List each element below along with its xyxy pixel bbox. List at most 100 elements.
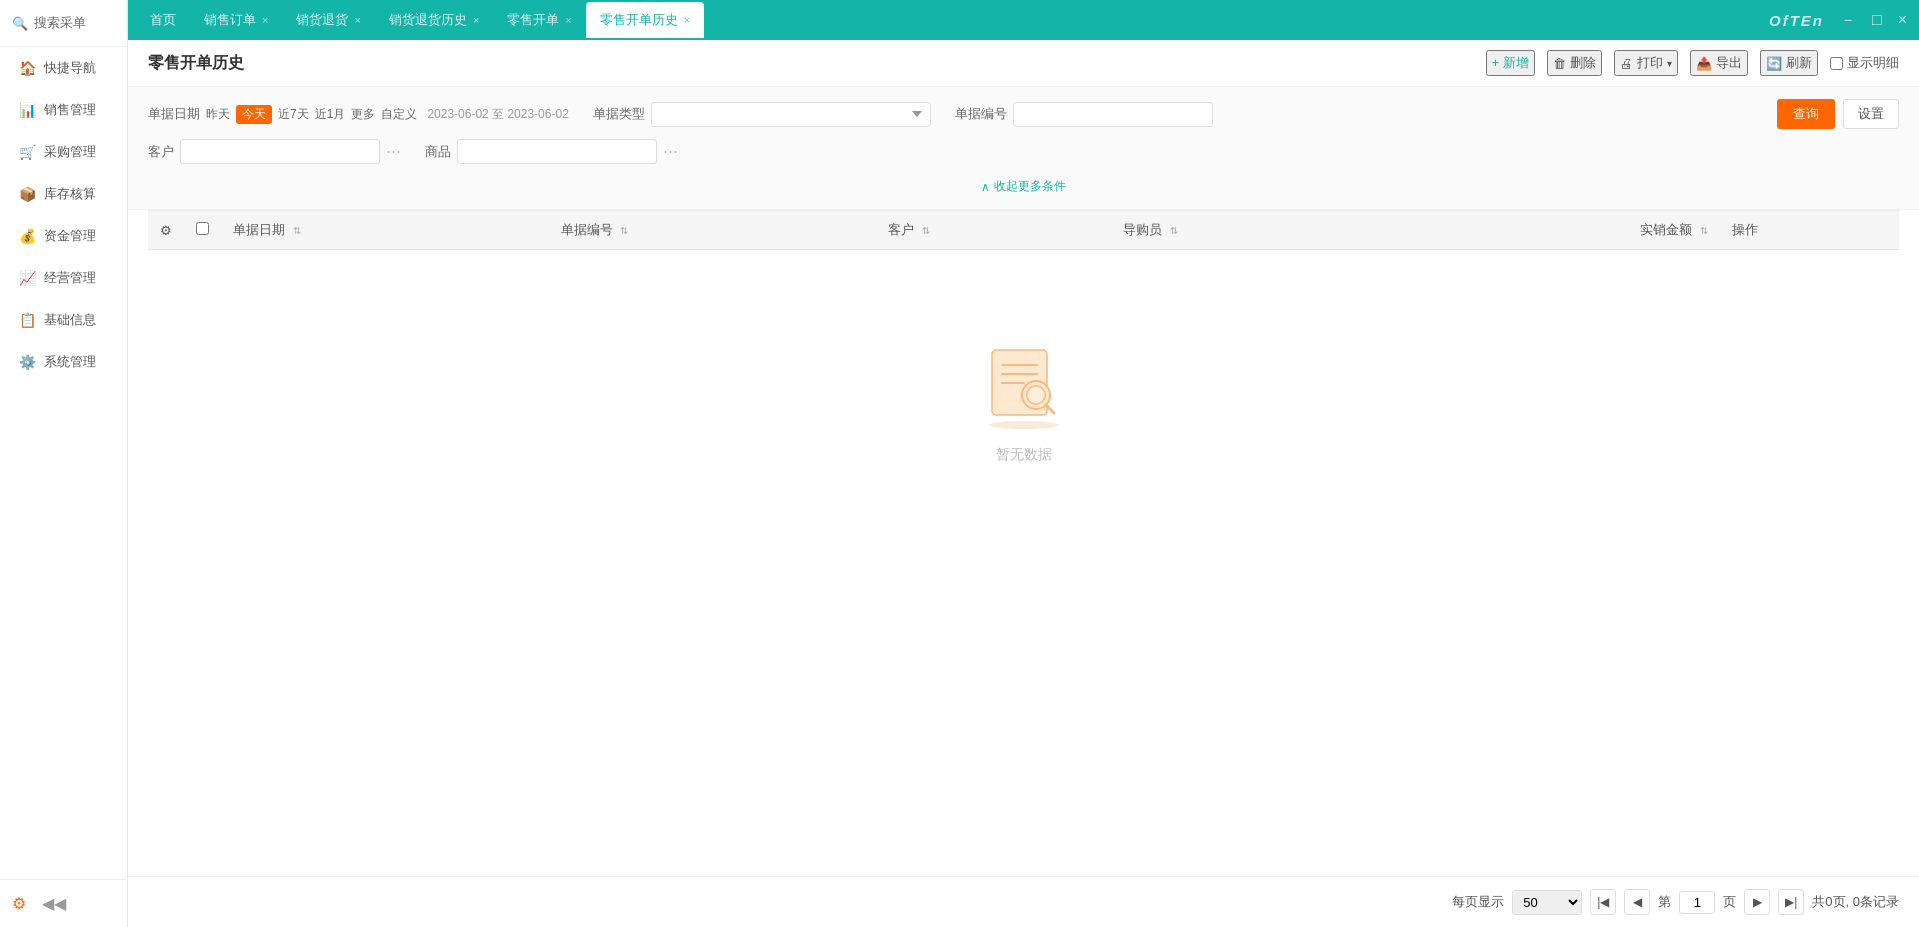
tab-close-sales-order[interactable]: × (262, 14, 268, 26)
tab-label-sales-return: 销货退货 (296, 11, 348, 29)
sidebar-item-purchase-mgmt[interactable]: 🛒 采购管理 (0, 131, 127, 173)
date-today-btn[interactable]: 今天 (236, 105, 272, 124)
data-table: ⚙ 单据日期 ⇅ 单据编号 ⇅ (148, 210, 1899, 250)
sidebar-icon-ops: 📈 (19, 270, 36, 286)
date-7days-btn[interactable]: 近7天 (278, 106, 309, 123)
doc-type-label: 单据类型 (593, 105, 645, 123)
date-sort-icon[interactable]: ⇅ (293, 225, 301, 236)
sidebar-item-inventory[interactable]: 📦库存核算 (0, 173, 127, 215)
tab-close-retail-open-history[interactable]: × (684, 14, 690, 26)
tab-retail-open[interactable]: 零售开单 × (493, 2, 585, 38)
tab-label-sales-return-history: 销货退货历史 (389, 11, 467, 29)
th-no: 单据编号 ⇅ (549, 211, 877, 250)
amount-sort-icon[interactable]: ⇅ (1700, 225, 1708, 236)
doc-type-select[interactable] (651, 102, 931, 127)
empty-illustration (974, 330, 1074, 430)
sidebar-item-sales-mgmt[interactable]: 📊销售管理 (0, 89, 127, 131)
setting-button[interactable]: 设置 (1843, 99, 1899, 129)
date-yesterday-btn[interactable]: 昨天 (206, 106, 230, 123)
export-icon: 📤 (1696, 56, 1712, 71)
show-detail-checkbox-label[interactable]: 显示明细 (1830, 54, 1899, 72)
sidebar-label-basic-info: 基础信息 (44, 311, 96, 329)
sidebar-icon-inventory: 📦 (19, 186, 36, 202)
doc-type-filter: 单据类型 (593, 102, 931, 127)
collapse-more-btn[interactable]: ∧ 收起更多条件 (148, 174, 1899, 203)
sidebar-icon-finance: 💰 (19, 228, 36, 244)
tab-sales-order[interactable]: 销售订单 × (190, 2, 282, 38)
date-more-btn[interactable]: 更多 (351, 106, 375, 123)
svg-point-0 (989, 421, 1059, 429)
sidebar-item-ops[interactable]: 📈经营管理 (0, 257, 127, 299)
doc-no-input[interactable] (1013, 102, 1213, 127)
sidebar-search[interactable]: 🔍 搜索采单 (0, 0, 127, 47)
goods-label: 商品 (425, 143, 451, 161)
first-page-button[interactable]: |◀ (1590, 889, 1616, 915)
page-header: 零售开单历史 + 新增 🗑 删除 🖨 打印 ▾ 📤 导出 🔄 (128, 40, 1919, 87)
delete-button[interactable]: 🗑 删除 (1547, 50, 1602, 76)
date-range-display: 2023-06-02 至 2023-06-02 (427, 107, 568, 121)
next-page-button[interactable]: ▶ (1744, 889, 1770, 915)
sidebar-icon-sys-mgmt: ⚙️ (19, 354, 36, 370)
th-date: 单据日期 ⇅ (221, 211, 549, 250)
customer-label: 客户 (148, 143, 174, 161)
tab-sales-return[interactable]: 销货退货 × (282, 2, 374, 38)
tab-sales-return-history[interactable]: 销货退货历史 × (375, 2, 493, 38)
date-custom-btn[interactable]: 自定义 (381, 106, 417, 123)
sidebar-item-finance[interactable]: 💰资金管理 (0, 215, 127, 257)
sidebar-item-basic-info[interactable]: 📋基础信息 (0, 299, 127, 341)
sidebar-icon-purchase-mgmt: 🛒 (19, 144, 36, 160)
settings-col-icon[interactable]: ⚙ (160, 223, 172, 238)
th-settings: ⚙ (148, 211, 184, 250)
refresh-icon: 🔄 (1766, 56, 1782, 71)
total-label: 共0页, 0条记录 (1812, 893, 1899, 911)
customer-dots-icon[interactable]: ··· (386, 141, 401, 162)
prev-page-button[interactable]: ◀ (1624, 889, 1650, 915)
customer-sort-icon[interactable]: ⇅ (922, 225, 930, 236)
select-all-checkbox[interactable] (196, 222, 209, 235)
collapse-sidebar-icon[interactable]: ◀◀ (42, 894, 66, 913)
date-filter: 单据日期 昨天 今天 近7天 近1月 更多 自定义 2023-06-02 至 2… (148, 105, 569, 124)
tab-close-sales-return-history[interactable]: × (473, 14, 479, 26)
sidebar-label-purchase-mgmt: 采购管理 (44, 143, 96, 161)
minimize-button[interactable]: － (1836, 10, 1860, 31)
th-amount: 实销金额 ⇅ (1392, 211, 1720, 250)
sidebar-label-quick-nav: 快捷导航 (44, 59, 96, 77)
sidebar-item-quick-nav[interactable]: 🏠快捷导航 (0, 47, 127, 89)
export-button[interactable]: 📤 导出 (1690, 50, 1748, 76)
tab-close-sales-return[interactable]: × (354, 14, 360, 26)
svg-point-9 (1027, 386, 1045, 404)
tab-retail-open-history[interactable]: 零售开单历史 × (586, 2, 704, 38)
no-sort-icon[interactable]: ⇅ (620, 225, 628, 236)
customer-input[interactable] (180, 139, 380, 164)
main-content: 首页销售订单 ×销货退货 ×销货退货历史 ×零售开单 ×零售开单历史 × OfT… (128, 0, 1919, 927)
filter-area: 单据日期 昨天 今天 近7天 近1月 更多 自定义 2023-06-02 至 2… (128, 87, 1919, 210)
close-button[interactable]: × (1894, 11, 1911, 29)
tab-close-retail-open[interactable]: × (565, 14, 571, 26)
th-guide: 导购员 ⇅ (1111, 211, 1392, 250)
sidebar-item-sys-mgmt[interactable]: ⚙️系统管理 (0, 341, 127, 383)
brand-label: OfTEn (1765, 12, 1828, 29)
date-label: 单据日期 (148, 105, 200, 123)
sidebar: 🔍 搜索采单 🏠快捷导航📊销售管理 🛒 采购管理 📦库存核算💰资金管理📈经营管理📋基础… (0, 0, 128, 927)
tab-home[interactable]: 首页 (136, 2, 190, 38)
tab-label-home: 首页 (150, 11, 176, 29)
refresh-button[interactable]: 🔄 刷新 (1760, 50, 1818, 76)
filter-row-1: 单据日期 昨天 今天 近7天 近1月 更多 自定义 2023-06-02 至 2… (148, 99, 1899, 129)
query-button[interactable]: 查询 (1777, 99, 1835, 129)
sidebar-icon-sales-mgmt: 📊 (19, 102, 36, 118)
page-size-select[interactable]: 50 10 20 100 (1512, 890, 1582, 915)
tab-label-retail-open: 零售开单 (507, 11, 559, 29)
last-page-button[interactable]: ▶| (1778, 889, 1804, 915)
goods-dots-icon[interactable]: ··· (663, 141, 678, 162)
goods-input[interactable] (457, 139, 657, 164)
search-icon: 🔍 (12, 16, 28, 31)
page-number-input[interactable] (1679, 891, 1715, 914)
tab-bar: 首页销售订单 ×销货退货 ×销货退货历史 ×零售开单 ×零售开单历史 × OfT… (128, 0, 1919, 40)
maximize-button[interactable]: □ (1868, 11, 1886, 29)
show-detail-checkbox[interactable] (1830, 57, 1843, 70)
add-button[interactable]: + 新增 (1486, 50, 1535, 76)
settings-gear-icon[interactable]: ⚙ (12, 894, 26, 913)
print-button[interactable]: 🖨 打印 ▾ (1614, 50, 1678, 76)
guide-sort-icon[interactable]: ⇅ (1170, 225, 1178, 236)
date-1month-btn[interactable]: 近1月 (315, 106, 346, 123)
